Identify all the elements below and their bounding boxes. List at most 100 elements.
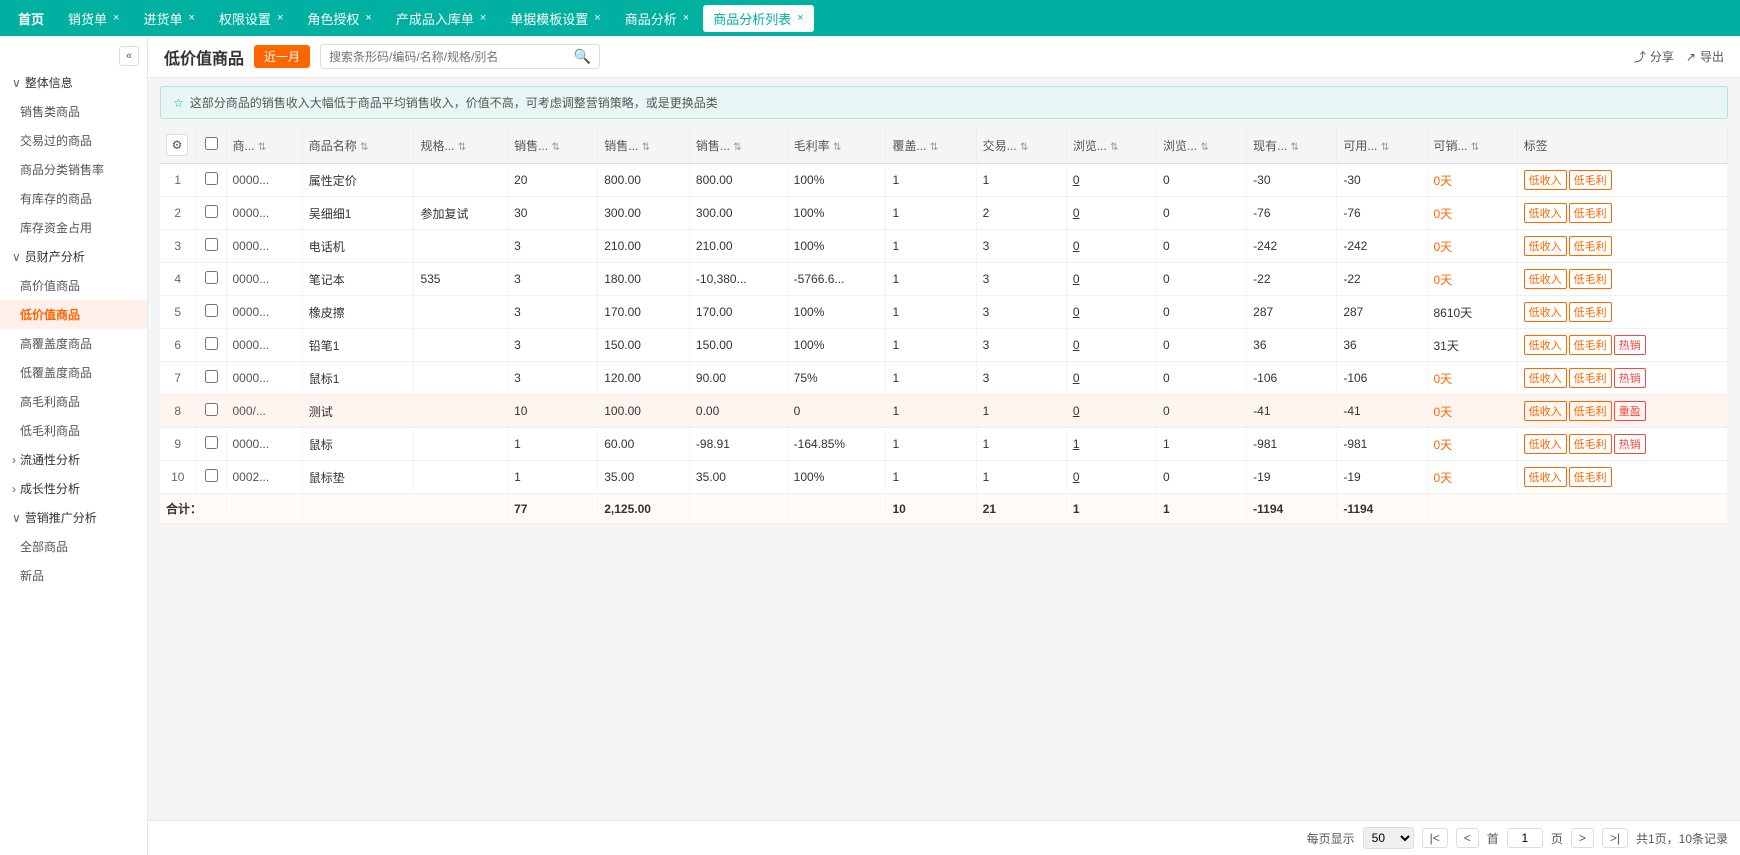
nav-product-analysis[interactable]: 商品分析 ×: [615, 5, 699, 32]
export-btn[interactable]: ↗ 导出: [1686, 48, 1724, 65]
col-sale1[interactable]: 销售... ⇅: [508, 127, 598, 164]
row-sale1: 1: [508, 428, 598, 461]
sidebar-item-inventory-fund[interactable]: 库存资金占用: [0, 213, 147, 242]
search-icon[interactable]: 🔍: [574, 48, 591, 65]
row-code[interactable]: 0002...: [226, 461, 302, 494]
col-current[interactable]: 现有... ⇅: [1247, 127, 1337, 164]
sidebar-item-traded-goods[interactable]: 交易过的商品: [0, 126, 147, 155]
col-name[interactable]: 商品名称 ⇅: [302, 127, 414, 164]
row-sale2: 800.00: [598, 164, 690, 197]
row-code[interactable]: 0000...: [226, 329, 302, 362]
per-page-select[interactable]: 50 100 200: [1363, 827, 1414, 849]
row-checkbox[interactable]: [205, 238, 218, 251]
column-settings-btn[interactable]: ⚙: [166, 134, 188, 156]
col-saleable[interactable]: 可销... ⇅: [1427, 127, 1517, 164]
sidebar-group-overall[interactable]: ∨ 整体信息: [0, 68, 147, 97]
nav-product-in[interactable]: 产成品入库单 ×: [386, 5, 496, 32]
close-icon[interactable]: ×: [365, 12, 371, 24]
row-name[interactable]: 笔记本: [302, 263, 414, 296]
nav-product-analysis-list[interactable]: 商品分析列表 ×: [703, 5, 813, 32]
nav-permission[interactable]: 权限设置 ×: [209, 5, 293, 32]
sidebar-item-sales-goods[interactable]: 销售类商品: [0, 97, 147, 126]
sidebar-item-low-margin[interactable]: 低毛利商品: [0, 416, 147, 445]
sidebar-item-new-goods[interactable]: 新品: [0, 561, 147, 590]
row-available: -106: [1337, 362, 1427, 395]
sidebar-item-stock-goods[interactable]: 有库存的商品: [0, 184, 147, 213]
row-code[interactable]: 0000...: [226, 164, 302, 197]
sort-icon: ⇅: [1471, 142, 1479, 153]
sidebar-group-marketing[interactable]: ∨ 营销推广分析: [0, 503, 147, 532]
sidebar-item-high-margin[interactable]: 高毛利商品: [0, 387, 147, 416]
row-checkbox[interactable]: [205, 469, 218, 482]
page-input[interactable]: [1507, 828, 1543, 848]
row-name[interactable]: 吴细细1: [302, 197, 414, 230]
row-code[interactable]: 0000...: [226, 428, 302, 461]
sidebar-item-high-coverage[interactable]: 高覆盖度商品: [0, 329, 147, 358]
row-name[interactable]: 测试: [302, 395, 414, 428]
tag-label: 低收入: [1524, 170, 1567, 190]
filter-recent-month-btn[interactable]: 近一月: [254, 45, 310, 68]
row-name[interactable]: 鼠标垫: [302, 461, 414, 494]
row-name[interactable]: 铅笔1: [302, 329, 414, 362]
sidebar-group-growth[interactable]: › 成长性分析: [0, 474, 147, 503]
share-btn[interactable]: ⤴ 分享: [1634, 48, 1674, 65]
first-page-btn[interactable]: |<: [1422, 828, 1448, 848]
sidebar-group-circulation[interactable]: › 流通性分析: [0, 445, 147, 474]
prev-page-btn[interactable]: <: [1456, 828, 1479, 848]
row-checkbox[interactable]: [205, 337, 218, 350]
row-sale3: 90.00: [689, 362, 787, 395]
row-code[interactable]: 000/...: [226, 395, 302, 428]
close-icon[interactable]: ×: [277, 12, 283, 24]
row-code[interactable]: 0000...: [226, 362, 302, 395]
col-spec[interactable]: 规格... ⇅: [414, 127, 508, 164]
row-code[interactable]: 0000...: [226, 296, 302, 329]
close-icon[interactable]: ×: [594, 12, 600, 24]
row-code[interactable]: 0000...: [226, 263, 302, 296]
nav-role-auth[interactable]: 角色授权 ×: [297, 5, 381, 32]
sidebar-collapse-btn[interactable]: «: [119, 46, 139, 66]
select-all-checkbox[interactable]: [205, 137, 218, 150]
sidebar-item-low-coverage[interactable]: 低覆盖度商品: [0, 358, 147, 387]
last-page-btn[interactable]: >|: [1602, 828, 1628, 848]
row-checkbox[interactable]: [205, 370, 218, 383]
col-code[interactable]: 商... ⇅: [226, 127, 302, 164]
row-name[interactable]: 电话机: [302, 230, 414, 263]
row-checkbox[interactable]: [205, 304, 218, 317]
sidebar-item-all-goods[interactable]: 全部商品: [0, 532, 147, 561]
row-code[interactable]: 0000...: [226, 197, 302, 230]
tag-label: 低收入: [1524, 467, 1567, 487]
nav-template[interactable]: 单据模板设置 ×: [500, 5, 610, 32]
sidebar-item-category-rate[interactable]: 商品分类销售率: [0, 155, 147, 184]
col-coverage[interactable]: 覆盖... ⇅: [886, 127, 976, 164]
nav-sales-order[interactable]: 销货单 ×: [58, 5, 129, 32]
close-icon[interactable]: ×: [797, 12, 803, 24]
col-sale2[interactable]: 销售... ⇅: [598, 127, 690, 164]
row-checkbox[interactable]: [205, 436, 218, 449]
sidebar-item-high-value[interactable]: 高价值商品: [0, 271, 147, 300]
row-checkbox[interactable]: [205, 205, 218, 218]
search-input[interactable]: [329, 50, 574, 64]
col-gross-rate[interactable]: 毛利率 ⇅: [787, 127, 886, 164]
col-available[interactable]: 可用... ⇅: [1337, 127, 1427, 164]
close-icon[interactable]: ×: [683, 12, 689, 24]
nav-purchase-order[interactable]: 进货单 ×: [133, 5, 204, 32]
col-sale3[interactable]: 销售... ⇅: [689, 127, 787, 164]
row-checkbox[interactable]: [205, 172, 218, 185]
close-icon[interactable]: ×: [188, 12, 194, 24]
col-browse1[interactable]: 浏览... ⇅: [1066, 127, 1156, 164]
col-trade[interactable]: 交易... ⇅: [976, 127, 1066, 164]
sidebar-group-financial[interactable]: ∨ 员财产分析: [0, 242, 147, 271]
row-name[interactable]: 鼠标1: [302, 362, 414, 395]
nav-home[interactable]: 首页: [8, 5, 54, 32]
row-code[interactable]: 0000...: [226, 230, 302, 263]
row-name[interactable]: 橡皮擦: [302, 296, 414, 329]
sidebar-item-low-value[interactable]: 低价值商品: [0, 300, 147, 329]
row-checkbox[interactable]: [205, 271, 218, 284]
row-checkbox[interactable]: [205, 403, 218, 416]
row-name[interactable]: 属性定价: [302, 164, 414, 197]
col-browse2[interactable]: 浏览... ⇅: [1156, 127, 1246, 164]
next-page-btn[interactable]: >: [1571, 828, 1594, 848]
close-icon[interactable]: ×: [113, 12, 119, 24]
close-icon[interactable]: ×: [480, 12, 486, 24]
row-name[interactable]: 鼠标: [302, 428, 414, 461]
